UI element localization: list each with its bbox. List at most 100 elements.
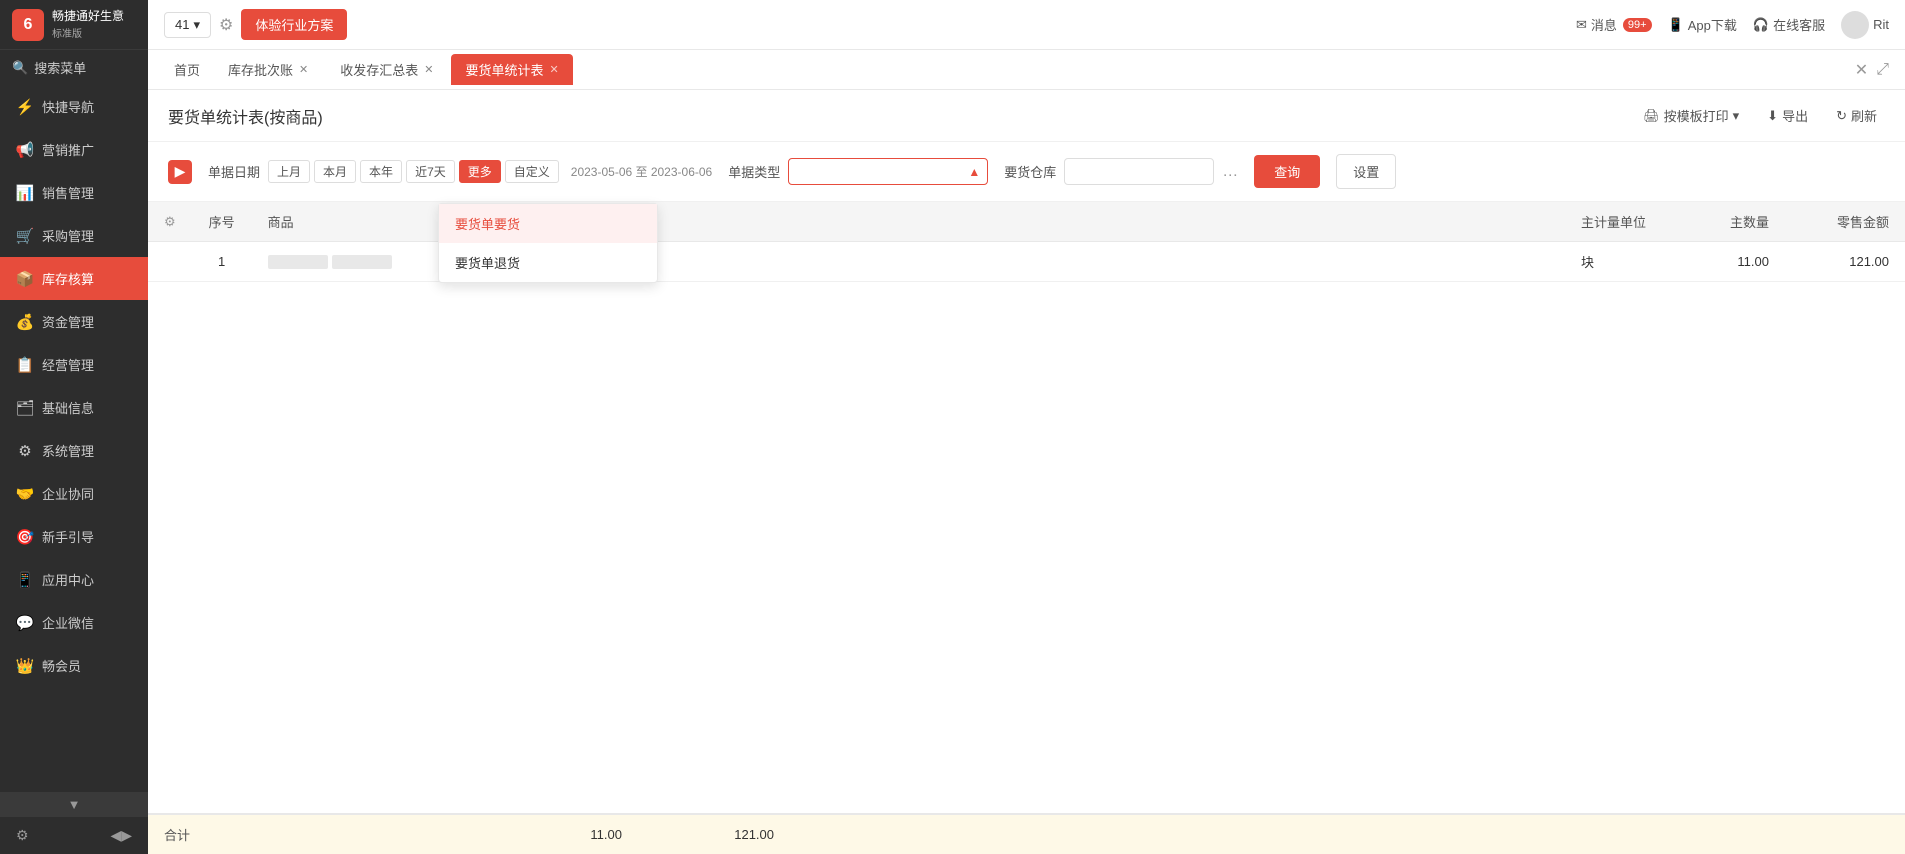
page-content: 要货单统计表(按商品) 🖨 按模板打印 ▾ ⬇ 导出 ↻ 刷新	[148, 90, 1905, 854]
top-header: 41 ▾ ⚙ 体验行业方案 ✉ 消息 99+ 📱 App下载 🎧 在线客服 R	[148, 0, 1905, 50]
wechat-icon: 💬	[16, 614, 34, 632]
collapse-sidebar-icon[interactable]: ◀▶	[110, 827, 132, 844]
type-dropdown: 要货单要货 要货单退货	[438, 203, 658, 283]
tab-inventory-batch[interactable]: 库存批次账 ✕	[214, 54, 322, 85]
sidebar-item-inventory[interactable]: 📦 库存核算	[0, 257, 148, 300]
sidebar-item-quick-nav[interactable]: ⚡ 快捷导航	[0, 85, 148, 128]
date-range-display: 2023-05-06 至 2023-06-06	[571, 163, 712, 180]
dropdown-item-requisition-return[interactable]: 要货单退货	[439, 243, 657, 282]
warehouse-input[interactable]	[1064, 158, 1214, 185]
sidebar-item-newbie[interactable]: 🎯 新手引导	[0, 515, 148, 558]
sidebar-item-sales[interactable]: 📊 销售管理	[0, 171, 148, 214]
vip-icon: 👑	[16, 657, 34, 675]
online-service-btn[interactable]: 🎧 在线客服	[1753, 15, 1825, 34]
row-num: 1	[192, 242, 252, 282]
sidebar-item-finance[interactable]: 💰 资金管理	[0, 300, 148, 343]
enterprise-icon: 🤝	[16, 485, 34, 503]
export-icon: ⬇	[1767, 108, 1778, 124]
table-footer: 合计 11.00 121.00	[148, 813, 1905, 854]
sidebar-footer: ⚙ ◀▶	[0, 816, 148, 854]
warehouse-label: 要货仓库	[1004, 162, 1056, 181]
tab-close-receivable-summary[interactable]: ✕	[424, 63, 433, 76]
tab-close-inventory-batch[interactable]: ✕	[299, 63, 308, 76]
last-7-days-btn[interactable]: 近7天	[406, 160, 455, 183]
footer-total-qty: 11.00	[534, 827, 654, 842]
type-select-wrapper: ▲	[788, 158, 988, 185]
row-qty: 11.00	[1665, 242, 1785, 282]
type-select-input[interactable]	[788, 158, 988, 185]
sidebar-item-enterprise[interactable]: 🤝 企业协同	[0, 472, 148, 515]
tab-close-requisition-stats[interactable]: ✕	[550, 63, 559, 76]
appstore-icon: 📱	[16, 571, 34, 589]
placeholder-block-2	[332, 255, 392, 269]
col-unit-header: 主计量单位	[1565, 202, 1665, 242]
search-icon: 🔍	[12, 60, 28, 76]
settings-gear-icon[interactable]: ⚙	[219, 15, 233, 35]
app-name: 畅捷通好生意	[52, 9, 124, 25]
app-logo-icon: 6	[12, 9, 44, 41]
inventory-icon: 📦	[16, 270, 34, 288]
filter-settings-btn[interactable]: 设置	[1336, 154, 1396, 189]
this-month-btn[interactable]: 本月	[314, 160, 356, 183]
trial-btn[interactable]: 体验行业方案	[241, 9, 347, 40]
this-year-btn[interactable]: 本年	[360, 160, 402, 183]
sidebar-item-purchase[interactable]: 🛒 采购管理	[0, 214, 148, 257]
sidebar: 6 畅捷通好生意 标准版 🔍 搜索菜单 ⚡ 快捷导航 📢 营销推广 📊 销售管理…	[0, 0, 148, 854]
tabs-bar: 首页 库存批次账 ✕ 收发存汇总表 ✕ 要货单统计表 ✕ ✕ ⤢	[148, 50, 1905, 90]
page-inner: 要货单统计表(按商品) 🖨 按模板打印 ▾ ⬇ 导出 ↻ 刷新	[148, 90, 1905, 854]
user-profile[interactable]: Rit	[1841, 11, 1889, 39]
sidebar-item-wechat[interactable]: 💬 企业微信	[0, 601, 148, 644]
row-amount: 121.00	[1785, 242, 1905, 282]
export-btn[interactable]: ⬇ 导出	[1759, 102, 1816, 129]
expand-tabs-btn[interactable]: ⤢	[1876, 61, 1889, 79]
row-settings-icon	[148, 242, 192, 282]
table-header-row: ⚙ 序号 商品 主计量单位 主数量 零售金额	[148, 202, 1905, 242]
main-content: 41 ▾ ⚙ 体验行业方案 ✉ 消息 99+ 📱 App下载 🎧 在线客服 R	[148, 0, 1905, 854]
sidebar-scroll-down[interactable]: ▼	[0, 792, 148, 816]
sidebar-item-system[interactable]: ⚙ 系统管理	[0, 429, 148, 472]
table-header: ⚙ 序号 商品 主计量单位 主数量 零售金额	[148, 202, 1905, 242]
store-selector[interactable]: 41 ▾	[164, 12, 211, 38]
notifications-btn[interactable]: ✉ 消息 99+	[1576, 15, 1652, 34]
dropdown-item-requisition-goods[interactable]: 要货单要货	[439, 204, 657, 243]
tab-home[interactable]: 首页	[164, 54, 210, 85]
sales-icon: 📊	[16, 184, 34, 202]
col-settings[interactable]: ⚙	[148, 202, 192, 242]
type-label: 单据类型	[728, 162, 780, 181]
page-title-bar: 要货单统计表(按商品) 🖨 按模板打印 ▾ ⬇ 导出 ↻ 刷新	[148, 90, 1905, 142]
system-icon: ⚙	[16, 442, 34, 460]
refresh-icon: ↻	[1836, 108, 1847, 124]
col-qty-header: 主数量	[1665, 202, 1785, 242]
tab-requisition-stats[interactable]: 要货单统计表 ✕	[451, 54, 572, 85]
print-btn[interactable]: 🖨 按模板打印 ▾	[1635, 102, 1747, 129]
sidebar-item-appstore[interactable]: 📱 应用中心	[0, 558, 148, 601]
date-shortcuts: 上月 本月 本年 近7天 更多 自定义	[268, 160, 559, 183]
expand-filter-btn[interactable]: ▶	[168, 160, 192, 184]
app-download-btn[interactable]: 📱 App下载	[1668, 15, 1737, 34]
close-all-tabs-btn[interactable]: ✕	[1855, 60, 1868, 80]
date-label: 单据日期	[208, 162, 260, 181]
title-actions: 🖨 按模板打印 ▾ ⬇ 导出 ↻ 刷新	[1635, 102, 1885, 129]
refresh-btn[interactable]: ↻ 刷新	[1828, 102, 1885, 129]
more-date-btn[interactable]: 更多	[459, 160, 501, 183]
sidebar-item-basic[interactable]: 🗂 基础信息	[0, 386, 148, 429]
sidebar-item-operations[interactable]: 📋 经营管理	[0, 343, 148, 386]
sidebar-item-vip[interactable]: 👑 畅会员	[0, 644, 148, 687]
sidebar-item-marketing[interactable]: 📢 营销推广	[0, 128, 148, 171]
col-amount-header: 零售金额	[1785, 202, 1905, 242]
basic-icon: 🗂	[16, 399, 34, 417]
prev-month-btn[interactable]: 上月	[268, 160, 310, 183]
footer-total-amount: 121.00	[654, 827, 774, 842]
tab-receivable-summary[interactable]: 收发存汇总表 ✕	[326, 54, 447, 85]
sidebar-search[interactable]: 🔍 搜索菜单	[0, 50, 148, 85]
message-icon: ✉	[1576, 17, 1587, 33]
settings-footer-icon[interactable]: ⚙	[16, 827, 29, 844]
query-btn[interactable]: 查询	[1254, 155, 1320, 188]
phone-icon: 📱	[1668, 17, 1684, 33]
page-title: 要货单统计表(按商品)	[168, 104, 323, 128]
custom-date-btn[interactable]: 自定义	[505, 160, 559, 183]
finance-icon: 💰	[16, 313, 34, 331]
date-filter-group: 单据日期 上月 本月 本年 近7天 更多 自定义 2023-05-06 至 20…	[208, 160, 712, 183]
data-table: ⚙ 序号 商品 主计量单位 主数量 零售金额 1	[148, 202, 1905, 282]
warehouse-more-icon[interactable]: …	[1222, 163, 1238, 181]
